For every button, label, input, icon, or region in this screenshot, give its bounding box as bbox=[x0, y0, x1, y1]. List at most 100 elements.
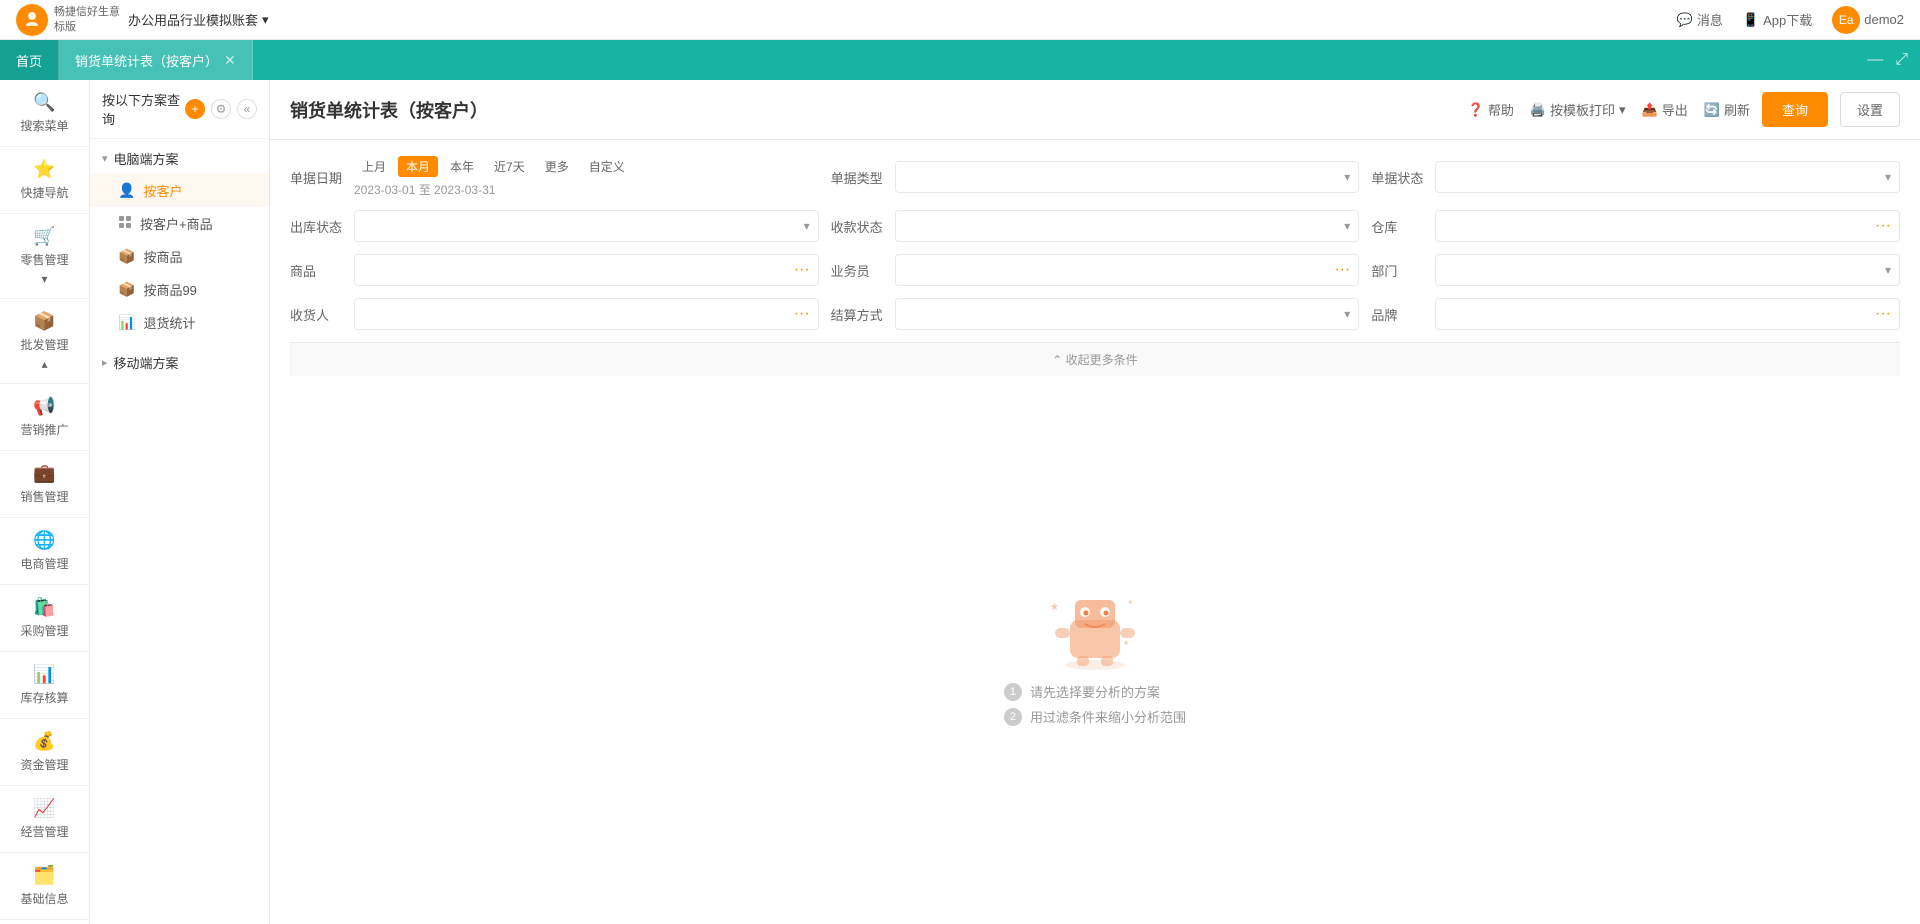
preset-last-month[interactable]: 上月 bbox=[354, 156, 394, 177]
scheme-collapse-btn[interactable]: « bbox=[237, 99, 257, 119]
sidebar-search[interactable]: 🔍 搜索菜单 bbox=[0, 80, 89, 147]
main-layout: 🔍 搜索菜单 ⭐ 快捷导航 🛒 零售管理 ▾ 📦 批发管理 ▴ 📢 营销推广 💼… bbox=[0, 80, 1920, 924]
ecom-icon: 🌐 bbox=[33, 530, 55, 551]
sidebar-item-ecom[interactable]: 🌐 电商管理 bbox=[0, 518, 89, 585]
app-download-btn[interactable]: 📱 App下载 bbox=[1743, 10, 1812, 29]
preset-more[interactable]: 更多 bbox=[537, 156, 577, 177]
sidebar-item-system[interactable]: ⚙️ 系统管理 bbox=[0, 920, 89, 924]
scheme-item-return-stat[interactable]: 📊 退货统计 bbox=[90, 306, 269, 339]
scheme-group-pc-label: 电脑端方案 bbox=[114, 149, 179, 168]
doc-type-chevron-icon: ▾ bbox=[1344, 170, 1350, 184]
payment-label: 结算方式 bbox=[831, 305, 887, 324]
preset-custom[interactable]: 自定义 bbox=[581, 156, 633, 177]
page-header: 销货单统计表（按客户） ❓ 帮助 🖨️ 按模板打印 ▾ bbox=[270, 80, 1920, 140]
retail-arrow-icon: ▾ bbox=[41, 272, 47, 286]
sidebar-item-purchase[interactable]: 🛍️ 采购管理 bbox=[0, 585, 89, 652]
filter-row-4: 收货人 ··· 结算方式 ▾ 品牌 bbox=[290, 298, 1900, 330]
filter-row-2: 出库状态 ▾ 收款状态 ▾ 仓库 bbox=[290, 210, 1900, 242]
scheme-item-by-product99-label: 按商品99 bbox=[143, 280, 196, 299]
scheme-item-by-product-label: 按商品 bbox=[143, 247, 182, 266]
scheme-item-by-customer-label: 按客户 bbox=[143, 181, 182, 200]
scheme-item-by-product[interactable]: 📦 按商品 bbox=[90, 240, 269, 273]
svg-text:★: ★ bbox=[1050, 602, 1059, 613]
sidebar: 🔍 搜索菜单 ⭐ 快捷导航 🛒 零售管理 ▾ 📦 批发管理 ▴ 📢 营销推广 💼… bbox=[0, 80, 90, 924]
company-selector[interactable]: 办公用品行业模拟账套 ▾ bbox=[128, 10, 269, 29]
ops-icon: 📈 bbox=[33, 798, 55, 819]
template-print-btn[interactable]: 🖨️ 按模板打印 ▾ bbox=[1530, 100, 1626, 119]
sidebar-item-finance[interactable]: 💰 资金管理 bbox=[0, 719, 89, 786]
empty-hint-item-1: 1 请先选择要分析的方案 bbox=[1004, 682, 1186, 701]
preset-this-month[interactable]: 本月 bbox=[398, 156, 438, 177]
filter-row-1: 单据日期 上月 本月 本年 近7天 更多 自定义 2023-03-01 至 20… bbox=[290, 156, 1900, 198]
wholesale-icon: 📦 bbox=[33, 311, 55, 332]
export-btn[interactable]: 📤 导出 bbox=[1642, 100, 1688, 119]
header-left: 畅捷信好生意 标版 办公用品行业模拟账套 ▾ bbox=[16, 4, 269, 36]
sidebar-item-ops[interactable]: 📈 经营管理 bbox=[0, 786, 89, 853]
preset-this-year[interactable]: 本年 bbox=[442, 156, 482, 177]
settings-button[interactable]: 设置 bbox=[1840, 92, 1900, 127]
payment-input[interactable]: ▾ bbox=[895, 298, 1360, 330]
scheme-add-btn[interactable]: + bbox=[185, 99, 205, 119]
tab-close-icon[interactable]: ✕ bbox=[224, 52, 236, 69]
doc-status-input[interactable]: ▾ bbox=[1435, 161, 1900, 193]
receipt-status-input[interactable]: ▾ bbox=[895, 210, 1360, 242]
tab-home[interactable]: 首页 bbox=[0, 40, 59, 80]
warehouse-input[interactable]: ··· bbox=[1435, 210, 1900, 242]
refresh-btn[interactable]: 🔄 刷新 bbox=[1704, 100, 1750, 119]
person-icon: 👤 bbox=[118, 182, 135, 199]
sidebar-item-basic[interactable]: 🗂️ 基础信息 bbox=[0, 853, 89, 920]
tab-minimize-icon[interactable]: — bbox=[1867, 51, 1883, 69]
help-icon: ❓ bbox=[1468, 102, 1484, 118]
scheme-item-by-customer[interactable]: 👤 按客户 bbox=[90, 174, 269, 207]
dept-label: 部门 bbox=[1371, 261, 1427, 280]
scheme-panel: 按以下方案查询 + ⚙ « ▾ 电脑端方案 👤 按客户 bbox=[90, 80, 270, 924]
sidebar-item-marketing[interactable]: 📢 营销推广 bbox=[0, 384, 89, 451]
hint-text-1: 请先选择要分析的方案 bbox=[1030, 682, 1160, 701]
retail-icon: 🛒 bbox=[33, 226, 55, 247]
refresh-icon: 🔄 bbox=[1704, 102, 1720, 118]
help-btn[interactable]: ❓ 帮助 bbox=[1468, 100, 1514, 119]
scheme-item-by-product99[interactable]: 📦 按商品99 bbox=[90, 273, 269, 306]
staff-input[interactable]: ··· bbox=[895, 254, 1360, 286]
doc-type-input[interactable]: ▾ bbox=[895, 161, 1360, 193]
scheme-item-by-customer-product[interactable]: 按客户+商品 bbox=[90, 207, 269, 240]
brand-dots-icon: ··· bbox=[1875, 305, 1891, 323]
tab-sales-stat[interactable]: 销货单统计表（按客户） ✕ bbox=[59, 40, 253, 80]
receiver-input[interactable]: ··· bbox=[354, 298, 819, 330]
scheme-group-mobile-header[interactable]: ▸ 移动端方案 bbox=[90, 347, 269, 378]
sidebar-item-sales[interactable]: 💼 销售管理 bbox=[0, 451, 89, 518]
date-label: 单据日期 bbox=[290, 168, 346, 187]
box2-icon: 📦 bbox=[118, 281, 135, 298]
tab-maximize-icon[interactable]: ⤢ bbox=[1895, 51, 1908, 69]
dept-input[interactable]: ▾ bbox=[1435, 254, 1900, 286]
preset-7days[interactable]: 近7天 bbox=[486, 156, 533, 177]
dept-chevron-icon: ▾ bbox=[1885, 263, 1891, 277]
tab-bar-right: — ⤢ bbox=[1855, 40, 1920, 80]
collapse-bar[interactable]: ⌃ 收起更多条件 bbox=[290, 342, 1900, 376]
product-dots-icon: ··· bbox=[794, 261, 810, 279]
message-btn[interactable]: 💬 消息 bbox=[1677, 10, 1723, 29]
sidebar-quick-nav[interactable]: ⭐ 快捷导航 bbox=[0, 147, 89, 214]
filter-row-3: 商品 ··· 业务员 ··· 部门 bbox=[290, 254, 1900, 286]
receiver-label: 收货人 bbox=[290, 305, 346, 324]
hint-number-2: 2 bbox=[1004, 708, 1022, 726]
sidebar-item-stock[interactable]: 📊 库存核算 bbox=[0, 652, 89, 719]
brand-input[interactable]: ··· bbox=[1435, 298, 1900, 330]
user-info[interactable]: Ea demo2 bbox=[1832, 6, 1904, 34]
scheme-group-pc-header[interactable]: ▾ 电脑端方案 bbox=[90, 143, 269, 174]
product-input[interactable]: ··· bbox=[354, 254, 819, 286]
message-icon: 💬 bbox=[1677, 12, 1693, 28]
query-button[interactable]: 查询 bbox=[1762, 92, 1828, 127]
chevron-right-icon: ▸ bbox=[102, 356, 108, 369]
sidebar-item-wholesale[interactable]: 📦 批发管理 ▴ bbox=[0, 299, 89, 384]
date-range: 2023-03-01 至 2023-03-31 bbox=[354, 181, 819, 198]
receiver-dots-icon: ··· bbox=[794, 305, 810, 323]
filter-doc-type: 单据类型 ▾ bbox=[831, 161, 1360, 193]
basic-icon: 🗂️ bbox=[33, 865, 55, 886]
search-icon: 🔍 bbox=[33, 92, 55, 113]
chart-icon: 📊 bbox=[118, 314, 135, 331]
sidebar-item-retail[interactable]: 🛒 零售管理 ▾ bbox=[0, 214, 89, 299]
out-status-input[interactable]: ▾ bbox=[354, 210, 819, 242]
scheme-settings-btn[interactable]: ⚙ bbox=[211, 99, 231, 119]
export-icon: 📤 bbox=[1642, 102, 1658, 118]
